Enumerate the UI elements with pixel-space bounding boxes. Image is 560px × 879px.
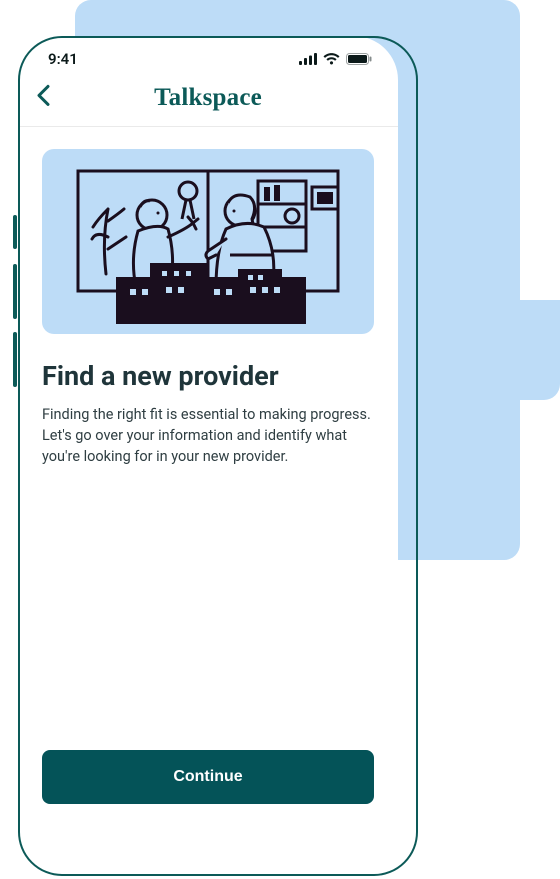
phone-side-button xyxy=(13,215,17,249)
phone-side-button xyxy=(13,264,17,319)
phone-side-button xyxy=(13,332,17,387)
decor-bg-shape xyxy=(415,300,560,400)
phone-frame xyxy=(18,36,418,876)
